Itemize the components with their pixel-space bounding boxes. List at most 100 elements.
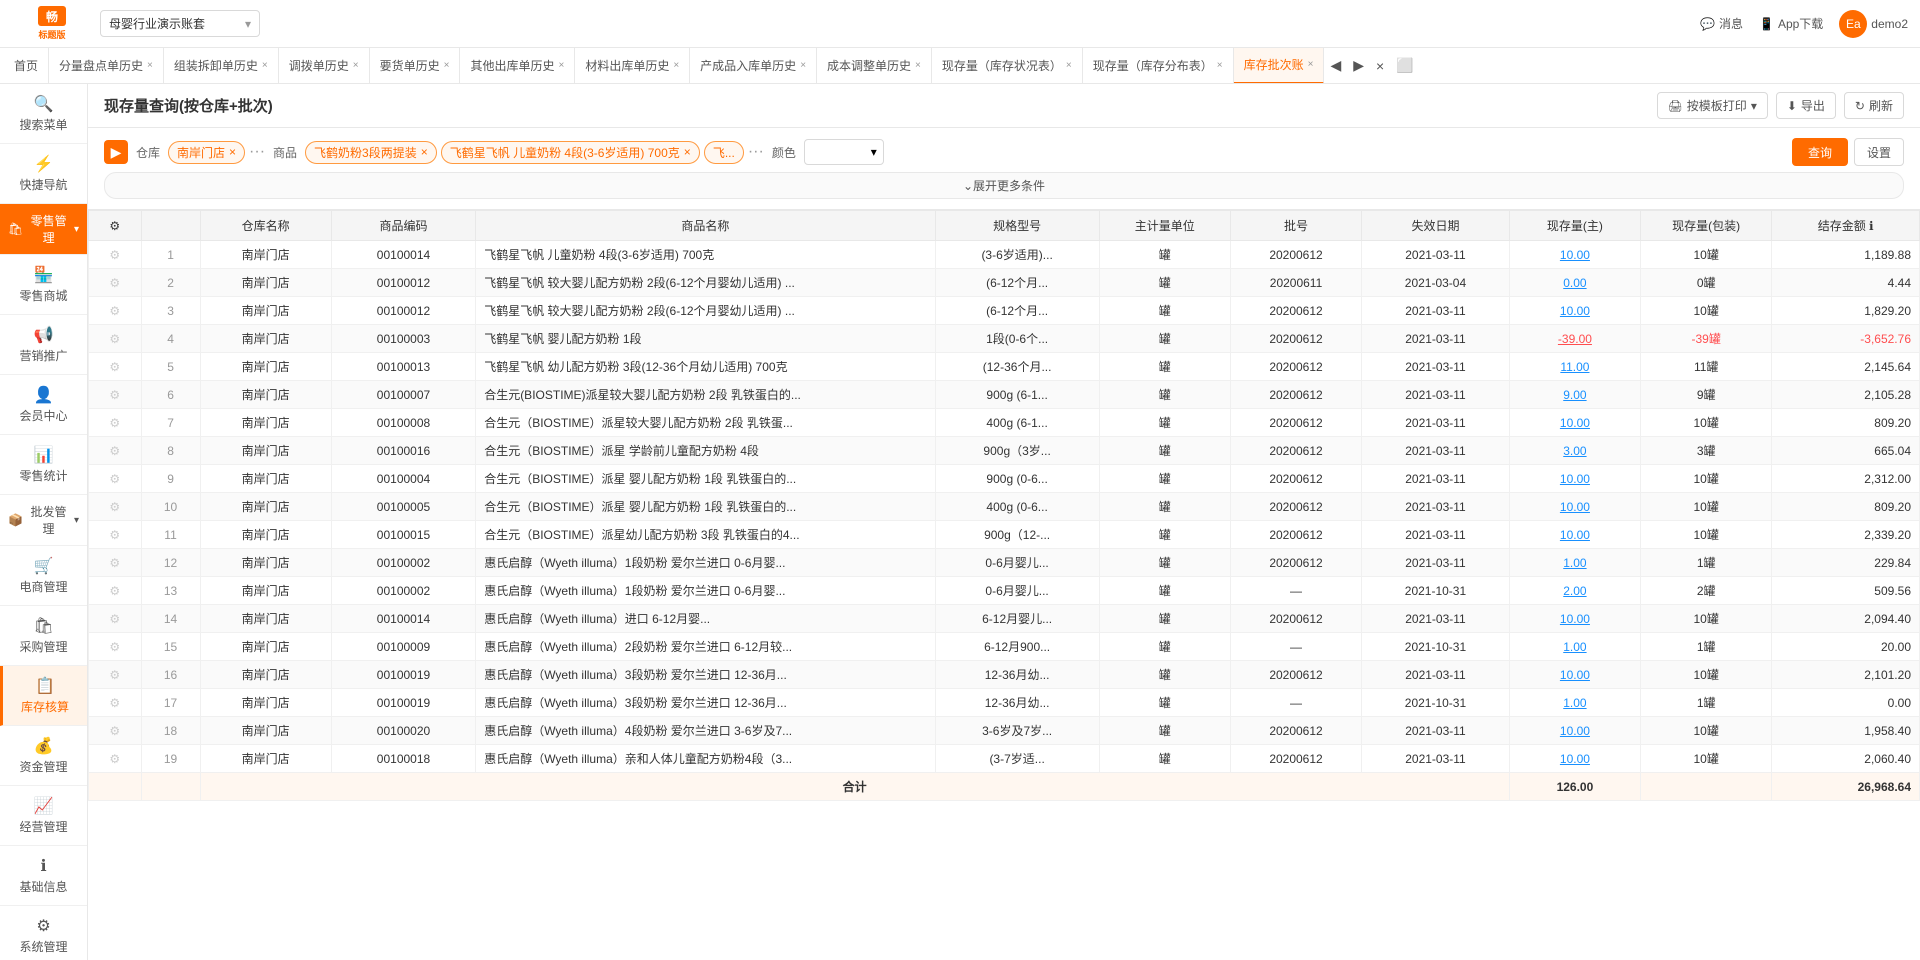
row-settings[interactable]: ⚙ <box>89 633 142 661</box>
row-stock-main[interactable]: 1.00 <box>1509 549 1640 577</box>
remove-product-2-icon[interactable]: × <box>684 145 691 159</box>
sidebar-item-mall[interactable]: 🏪 零售商城 <box>0 255 87 315</box>
sidebar-item-finance[interactable]: 💰 资金管理 <box>0 726 87 786</box>
tab-maximize-button[interactable]: ⬜ <box>1390 57 1419 74</box>
row-settings[interactable]: ⚙ <box>89 381 142 409</box>
close-icon[interactable]: × <box>1217 60 1223 71</box>
tab-close-button[interactable]: × <box>1370 58 1390 74</box>
print-button[interactable]: 🖨 按模板打印 ▾ <box>1657 92 1768 119</box>
message-button[interactable]: 💬 消息 <box>1700 15 1743 32</box>
row-stock-main[interactable]: 10.00 <box>1509 493 1640 521</box>
tab-chengben[interactable]: 成本调整单历史 × <box>817 48 932 84</box>
expand-more-button[interactable]: ⌄ 展开更多条件 <box>104 172 1904 199</box>
sidebar-item-marketing[interactable]: 📢 营销推广 <box>0 315 87 375</box>
color-dropdown[interactable]: ▾ <box>804 139 884 165</box>
row-settings[interactable]: ⚙ <box>89 521 142 549</box>
tab-chancheng[interactable]: 产成品入库单历史 × <box>690 48 817 84</box>
sidebar-item-purchase[interactable]: 🛍 采购管理 <box>0 606 87 666</box>
tab-xiancun-status[interactable]: 现存量（库存状况表）× <box>932 48 1083 84</box>
row-stock-main[interactable]: 10.00 <box>1509 605 1640 633</box>
row-stock-main[interactable]: 2.00 <box>1509 577 1640 605</box>
close-icon[interactable]: × <box>1308 59 1314 70</box>
tab-next-button[interactable]: ▶ <box>1347 57 1370 74</box>
remove-product-1-icon[interactable]: × <box>421 145 428 159</box>
row-settings[interactable]: ⚙ <box>89 465 142 493</box>
tab-kucun-batch[interactable]: 库存批次账 × <box>1234 48 1325 84</box>
close-icon[interactable]: × <box>800 60 806 71</box>
product-tag-2[interactable]: 飞鹤星飞帆 儿童奶粉 4段(3-6岁适用) 700克 × <box>441 141 700 164</box>
row-stock-main[interactable]: 0.00 <box>1509 269 1640 297</box>
row-stock-main[interactable]: 1.00 <box>1509 633 1640 661</box>
sidebar-item-search[interactable]: 🔍 搜索菜单 <box>0 84 87 144</box>
row-stock-main[interactable]: 10.00 <box>1509 465 1640 493</box>
search-button[interactable]: 查询 <box>1792 138 1848 166</box>
sidebar-item-stats[interactable]: 📊 零售统计 <box>0 435 87 495</box>
col-settings[interactable]: ⚙ <box>89 211 142 241</box>
tab-zuzhuang[interactable]: 组装拆卸单历史 × <box>164 48 279 84</box>
sidebar-item-business[interactable]: 📈 经营管理 <box>0 786 87 846</box>
sidebar-item-system[interactable]: ⚙ 系统管理 <box>0 906 87 960</box>
row-stock-main[interactable]: 10.00 <box>1509 297 1640 325</box>
row-stock-main[interactable]: 10.00 <box>1509 521 1640 549</box>
close-icon[interactable]: × <box>1066 60 1072 71</box>
user-menu[interactable]: Ea demo2 <box>1839 10 1908 38</box>
sidebar-item-wholesale[interactable]: 📦 批发管理 ▾ <box>0 495 87 546</box>
row-settings[interactable]: ⚙ <box>89 717 142 745</box>
product-tag-1[interactable]: 飞鹤奶粉3段两提装 × <box>305 141 437 164</box>
row-settings[interactable]: ⚙ <box>89 493 142 521</box>
close-icon[interactable]: × <box>444 60 450 71</box>
sidebar-item-retail[interactable]: 🛍 零售管理 ▾ <box>0 204 87 255</box>
row-stock-main[interactable]: 10.00 <box>1509 717 1640 745</box>
more-warehouse-button[interactable]: ··· <box>249 143 265 161</box>
remove-warehouse-icon[interactable]: × <box>229 145 236 159</box>
row-settings[interactable]: ⚙ <box>89 325 142 353</box>
tab-yaohuo[interactable]: 要货单历史 × <box>370 48 461 84</box>
tab-qita[interactable]: 其他出库单历史 × <box>460 48 575 84</box>
sidebar-item-inventory[interactable]: 📋 库存核算 <box>0 666 87 726</box>
row-settings[interactable]: ⚙ <box>89 409 142 437</box>
row-stock-main[interactable]: 3.00 <box>1509 437 1640 465</box>
row-stock-main[interactable]: 10.00 <box>1509 409 1640 437</box>
row-settings[interactable]: ⚙ <box>89 241 142 269</box>
sidebar-item-quicknav[interactable]: ⚡ 快捷导航 <box>0 144 87 204</box>
close-icon[interactable]: × <box>673 60 679 71</box>
product-tag-3[interactable]: 飞... <box>704 141 744 164</box>
row-settings[interactable]: ⚙ <box>89 745 142 773</box>
row-stock-main[interactable]: 10.00 <box>1509 745 1640 773</box>
row-settings[interactable]: ⚙ <box>89 577 142 605</box>
row-stock-main[interactable]: 9.00 <box>1509 381 1640 409</box>
app-download-button[interactable]: 📱 App下载 <box>1759 15 1823 32</box>
refresh-button[interactable]: ↻ 刷新 <box>1844 92 1904 119</box>
close-icon[interactable]: × <box>353 60 359 71</box>
industry-selector[interactable]: 母婴行业演示账套 ▾ <box>100 10 260 37</box>
more-products-button[interactable]: ··· <box>748 143 764 161</box>
close-icon[interactable]: × <box>558 60 564 71</box>
row-stock-main[interactable]: 11.00 <box>1509 353 1640 381</box>
tab-cailiao[interactable]: 材料出库单历史 × <box>575 48 690 84</box>
sidebar-item-ecommerce[interactable]: 🛒 电商管理 <box>0 546 87 606</box>
tab-home[interactable]: 首页 <box>4 48 49 84</box>
sidebar-item-member[interactable]: 👤 会员中心 <box>0 375 87 435</box>
warehouse-tag[interactable]: 南岸门店 × <box>168 141 245 164</box>
row-settings[interactable]: ⚙ <box>89 605 142 633</box>
row-settings[interactable]: ⚙ <box>89 297 142 325</box>
row-stock-main[interactable]: 10.00 <box>1509 661 1640 689</box>
close-icon[interactable]: × <box>147 60 153 71</box>
row-stock-main[interactable]: 10.00 <box>1509 241 1640 269</box>
row-settings[interactable]: ⚙ <box>89 661 142 689</box>
tab-fenliang[interactable]: 分量盘点单历史 × <box>49 48 164 84</box>
close-icon[interactable]: × <box>915 60 921 71</box>
tab-prev-button[interactable]: ◀ <box>1324 57 1347 74</box>
row-settings[interactable]: ⚙ <box>89 689 142 717</box>
export-button[interactable]: ⬇ 导出 <box>1776 92 1836 119</box>
row-settings[interactable]: ⚙ <box>89 437 142 465</box>
expand-button[interactable]: ▶ <box>104 140 128 164</box>
close-icon[interactable]: × <box>262 60 268 71</box>
row-settings[interactable]: ⚙ <box>89 549 142 577</box>
row-settings[interactable]: ⚙ <box>89 353 142 381</box>
sidebar-item-basic[interactable]: ℹ 基础信息 <box>0 846 87 906</box>
row-stock-main[interactable]: -39.00 <box>1509 325 1640 353</box>
tab-diaoboh[interactable]: 调拨单历史 × <box>279 48 370 84</box>
row-settings[interactable]: ⚙ <box>89 269 142 297</box>
tab-xiancun-dist[interactable]: 现存量（库存分布表）× <box>1083 48 1234 84</box>
